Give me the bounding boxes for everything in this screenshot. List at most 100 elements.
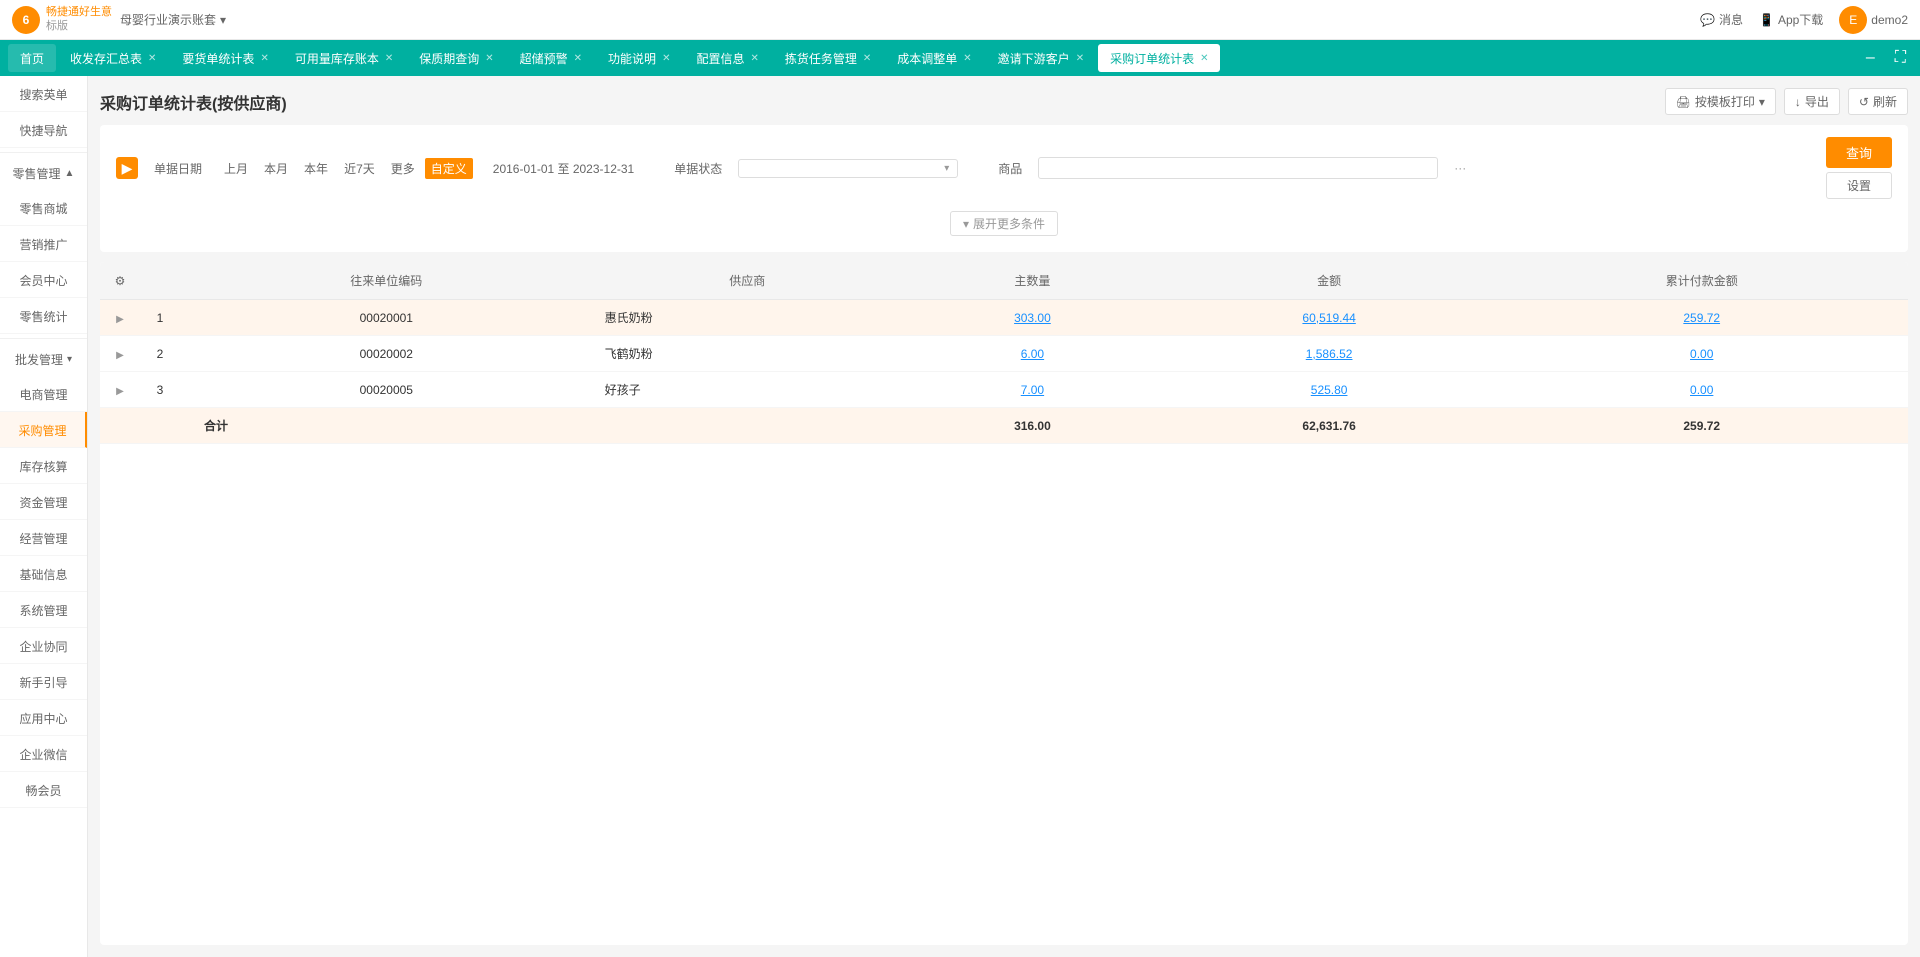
tab-pick-task[interactable]: 拣货任务管理 ✕ — [773, 44, 883, 72]
sidebar-divider-2 — [0, 338, 87, 339]
cell-paid-amount[interactable]: 259.72 — [1495, 300, 1908, 336]
goods-input[interactable] — [1047, 161, 1429, 175]
close-icon[interactable]: ✕ — [385, 53, 393, 64]
date-shortcut-this-year[interactable]: 本年 — [298, 158, 334, 179]
close-icon[interactable]: ✕ — [662, 53, 670, 64]
tab-requisition[interactable]: 要货单统计表 ✕ — [170, 44, 280, 72]
th-paid-amount: 累计付款金额 — [1495, 262, 1908, 300]
filter-row-1: ▶ 单据日期 上月 本月 本年 近7天 更多 自定义 2016-01-01 至 … — [116, 137, 1892, 199]
sidebar-item-retail-mall[interactable]: 零售商城 — [0, 190, 87, 226]
cell-supplier-name: 好孩子 — [593, 372, 902, 408]
expand-icon: ▾ — [67, 354, 72, 365]
export-button[interactable]: ↓ 导出 — [1784, 88, 1840, 115]
print-button[interactable]: 🖨 按模板打印 ▾ — [1665, 88, 1776, 115]
cell-supplier-code: 00020005 — [180, 372, 593, 408]
tab-cost-adjust[interactable]: 成本调整单 ✕ — [885, 44, 983, 72]
tab-purchase-summary[interactable]: 采购订单统计表 ✕ — [1098, 44, 1220, 72]
table-row[interactable]: ▶ 1 00020001 惠氏奶粉 303.00 60,519.44 259.7… — [100, 300, 1908, 336]
cell-quantity[interactable]: 303.00 — [902, 300, 1163, 336]
date-custom-badge[interactable]: 自定义 — [425, 158, 473, 179]
sidebar-search[interactable]: 搜索英单 — [0, 76, 87, 112]
tab-home[interactable]: 首页 — [8, 44, 56, 72]
sidebar-item-enterprise[interactable]: 企业协同 — [0, 628, 87, 664]
cell-expand[interactable]: ▶ — [100, 300, 140, 336]
filter-toggle-btn[interactable]: ▶ — [116, 157, 138, 179]
tab-config-info[interactable]: 配置信息 ✕ — [684, 44, 770, 72]
more-filters-icon[interactable]: ··· — [1454, 161, 1466, 175]
sidebar-item-finance[interactable]: 资金管理 — [0, 484, 87, 520]
close-icon[interactable]: ✕ — [148, 53, 156, 64]
status-select[interactable]: ▾ — [738, 159, 958, 178]
sidebar-item-app-center[interactable]: 应用中心 — [0, 700, 87, 736]
tab-overstock[interactable]: 超储预警 ✕ — [508, 44, 594, 72]
close-icon[interactable]: ✕ — [485, 53, 493, 64]
sidebar-item-ops[interactable]: 经营管理 — [0, 520, 87, 556]
close-icon[interactable]: ✕ — [863, 53, 871, 64]
sidebar-item-inventory[interactable]: 库存核算 — [0, 448, 87, 484]
close-icon[interactable]: ✕ — [1076, 53, 1084, 64]
sidebar-item-system[interactable]: 系统管理 — [0, 592, 87, 628]
tab-func-desc[interactable]: 功能说明 ✕ — [596, 44, 682, 72]
table-row[interactable]: ▶ 3 00020005 好孩子 7.00 525.80 0.00 — [100, 372, 1908, 408]
tab-invite-downstream[interactable]: 邀请下游客户 ✕ — [986, 44, 1096, 72]
cell-expand[interactable]: ▶ — [100, 372, 140, 408]
sidebar-item-purchase[interactable]: 采购管理 — [0, 412, 87, 448]
sidebar-item-ecommerce[interactable]: 电商管理 — [0, 376, 87, 412]
refresh-icon: ↺ — [1859, 95, 1869, 109]
cell-amount[interactable]: 525.80 — [1163, 372, 1496, 408]
sidebar: 搜索英单 快捷导航 零售管理 ▲ 零售商城 营销推广 会员中心 零售统计 批发管… — [0, 76, 88, 957]
sidebar-item-marketing[interactable]: 营销推广 — [0, 226, 87, 262]
query-button[interactable]: 查询 — [1826, 137, 1892, 168]
sidebar-item-wechat[interactable]: 企业微信 — [0, 736, 87, 772]
close-icon[interactable]: ✕ — [260, 53, 268, 64]
sidebar-item-member[interactable]: 会员中心 — [0, 262, 87, 298]
top-bar: 6 畅捷通好生意 标版 母婴行业演示账套 ▾ 💬 消息 📱 App下载 E de… — [0, 0, 1920, 40]
date-shortcut-7days[interactable]: 近7天 — [338, 158, 381, 179]
close-icon[interactable]: ✕ — [963, 53, 971, 64]
refresh-button[interactable]: ↺ 刷新 — [1848, 88, 1908, 115]
tab-available-stock[interactable]: 可用量库存账本 ✕ — [283, 44, 405, 72]
top-bar-right: 💬 消息 📱 App下载 E demo2 — [1700, 6, 1908, 34]
settings-button[interactable]: 设置 — [1826, 172, 1892, 199]
cell-amount[interactable]: 60,519.44 — [1163, 300, 1496, 336]
data-table: ⚙ 往来单位编码 供应商 主数量 金额 累计付款金额 ▶ 1 00020001 … — [100, 262, 1908, 444]
cell-paid-amount[interactable]: 0.00 — [1495, 336, 1908, 372]
close-icon[interactable]: ✕ — [750, 53, 758, 64]
cell-expand[interactable]: ▶ — [100, 336, 140, 372]
app-download-btn[interactable]: 📱 App下载 — [1759, 11, 1823, 28]
table-row[interactable]: ▶ 2 00020002 飞鹤奶粉 6.00 1,586.52 0.00 — [100, 336, 1908, 372]
footer-paid-cell: 259.72 — [1495, 408, 1908, 444]
sidebar-item-vip[interactable]: 畅会员 — [0, 772, 87, 808]
minimize-window-btn[interactable]: – — [1860, 47, 1881, 69]
message-btn[interactable]: 💬 消息 — [1700, 11, 1743, 28]
cell-index: 2 — [140, 336, 180, 372]
cell-paid-amount[interactable]: 0.00 — [1495, 372, 1908, 408]
tab-warranty[interactable]: 保质期查询 ✕ — [407, 44, 505, 72]
status-select-arrow-icon: ▾ — [944, 163, 949, 174]
user-area[interactable]: E demo2 — [1839, 6, 1908, 34]
close-icon[interactable]: ✕ — [1200, 53, 1208, 64]
date-shortcut-this-month[interactable]: 本月 — [258, 158, 294, 179]
close-icon[interactable]: ✕ — [574, 53, 582, 64]
nav-right-controls: – ⛶ — [1860, 47, 1912, 69]
sidebar-item-retail-stats[interactable]: 零售统计 — [0, 298, 87, 334]
expand-more-button[interactable]: ▾ 展开更多条件 — [950, 211, 1058, 236]
sidebar-item-basic[interactable]: 基础信息 — [0, 556, 87, 592]
date-shortcut-last-month[interactable]: 上月 — [218, 158, 254, 179]
maximize-window-btn[interactable]: ⛶ — [1889, 47, 1912, 69]
cell-quantity[interactable]: 7.00 — [902, 372, 1163, 408]
print-arrow-icon: ▾ — [1759, 95, 1765, 109]
date-shortcut-more[interactable]: 更多 — [385, 158, 421, 179]
sidebar-item-wholesale[interactable]: 批发管理 ▾ — [0, 343, 87, 376]
tab-recv-send[interactable]: 收发存汇总表 ✕ — [58, 44, 168, 72]
sidebar-item-retail[interactable]: 零售管理 ▲ — [0, 157, 87, 190]
content-area: 采购订单统计表(按供应商) 🖨 按模板打印 ▾ ↓ 导出 ↺ 刷新 — [88, 76, 1920, 957]
th-settings[interactable]: ⚙ — [100, 262, 140, 300]
sidebar-quick-nav[interactable]: 快捷导航 — [0, 112, 87, 148]
breadcrumb-select[interactable]: 母婴行业演示账套 ▾ — [120, 11, 226, 28]
breadcrumb-arrow: ▾ — [220, 13, 226, 27]
cell-quantity[interactable]: 6.00 — [902, 336, 1163, 372]
cell-amount[interactable]: 1,586.52 — [1163, 336, 1496, 372]
footer-name-cell — [593, 408, 902, 444]
sidebar-item-newbie[interactable]: 新手引导 — [0, 664, 87, 700]
